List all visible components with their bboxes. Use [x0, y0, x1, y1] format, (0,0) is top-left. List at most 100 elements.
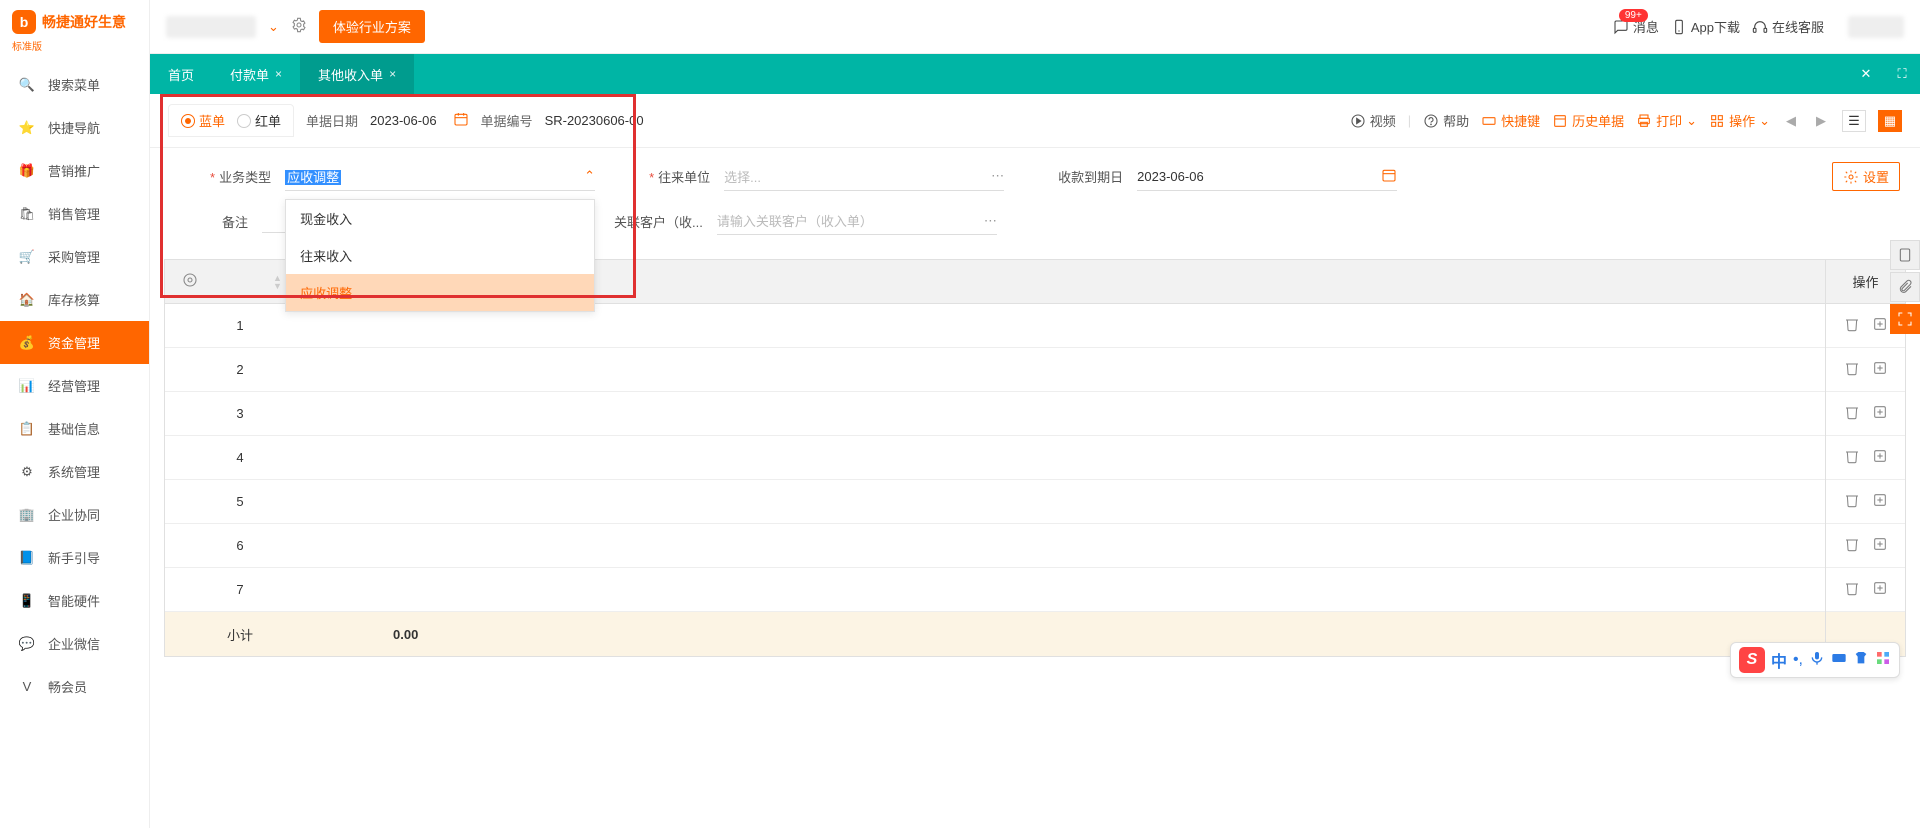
table-row[interactable]: 4: [165, 436, 1905, 480]
sogou-logo-icon: S: [1739, 647, 1765, 673]
org-selector[interactable]: [166, 16, 256, 38]
radio-red[interactable]: 红单: [237, 111, 281, 130]
sidebar-item-1[interactable]: ⭐快捷导航: [0, 106, 149, 149]
sidebar-item-12[interactable]: 📱智能硬件: [0, 579, 149, 622]
doc-date-value[interactable]: 2023-06-06: [370, 113, 437, 128]
relate-customer-input[interactable]: 请输入关联客户（收入单） ⋯: [717, 207, 997, 235]
nav-icon: V: [18, 678, 36, 696]
keyboard-icon: [1481, 113, 1497, 129]
table-row[interactable]: 6: [165, 524, 1905, 568]
tab-2[interactable]: 其他收入单×: [300, 54, 414, 94]
side-tab-note[interactable]: [1890, 240, 1920, 270]
support-link[interactable]: 在线客服: [1752, 17, 1824, 36]
ime-punct-icon[interactable]: •,: [1793, 651, 1803, 669]
brand-name: 畅捷通好生意: [42, 12, 126, 32]
tab-close-all[interactable]: ✕: [1848, 66, 1884, 82]
ellipsis-icon[interactable]: ⋯: [991, 168, 1004, 184]
delete-row-icon[interactable]: [1844, 316, 1860, 335]
dropdown-option-1[interactable]: 往来收入: [286, 237, 594, 274]
sidebar-item-14[interactable]: V畅会员: [0, 665, 149, 708]
sidebar-item-10[interactable]: 🏢企业协同: [0, 493, 149, 536]
ime-toolbar[interactable]: S 中 •,: [1730, 642, 1900, 678]
nav-icon: ⚙: [18, 463, 36, 481]
print-button[interactable]: 打印 ⌄: [1636, 111, 1697, 130]
chevron-down-icon[interactable]: ⌄: [268, 19, 279, 35]
sidebar-item-11[interactable]: 📘新手引导: [0, 536, 149, 579]
table-settings-icon[interactable]: [165, 272, 215, 291]
due-date-input[interactable]: 2023-06-06: [1137, 163, 1397, 191]
sidebar-item-6[interactable]: 💰资金管理: [0, 321, 149, 364]
delete-row-icon[interactable]: [1844, 492, 1860, 511]
add-row-icon[interactable]: [1872, 492, 1888, 511]
operate-button[interactable]: 操作 ⌄: [1709, 111, 1770, 130]
view-card-toggle[interactable]: ▦: [1878, 110, 1902, 132]
add-row-icon[interactable]: [1872, 536, 1888, 555]
biz-type-select[interactable]: 应收调整 ⌃ 现金收入往来收入应收调整: [285, 163, 595, 191]
dropdown-option-0[interactable]: 现金收入: [286, 200, 594, 237]
sort-icon[interactable]: ▲▼: [273, 274, 282, 290]
calendar-icon[interactable]: [1381, 167, 1397, 186]
row-ops: [1826, 392, 1905, 436]
settings-button[interactable]: 设置: [1832, 162, 1900, 191]
gear-icon[interactable]: [291, 17, 307, 36]
sidebar-item-0[interactable]: 🔍搜索菜单: [0, 63, 149, 106]
sidebar-item-5[interactable]: 🏠库存核算: [0, 278, 149, 321]
party-select[interactable]: 选择... ⋯: [724, 163, 1004, 191]
topbar: ⌄ 体验行业方案 99+ 消息 App下载 在线客服: [150, 0, 1920, 54]
calendar-icon[interactable]: [453, 111, 469, 130]
tab-0[interactable]: 首页: [150, 54, 212, 94]
microphone-icon[interactable]: [1809, 650, 1825, 671]
add-row-icon[interactable]: [1872, 404, 1888, 423]
ellipsis-icon[interactable]: ⋯: [984, 213, 997, 229]
cta-button[interactable]: 体验行业方案: [319, 10, 425, 43]
user-avatar[interactable]: [1848, 16, 1904, 38]
sidebar-item-8[interactable]: 📋基础信息: [0, 407, 149, 450]
sidebar-item-label: 系统管理: [48, 462, 100, 481]
delete-row-icon[interactable]: [1844, 360, 1860, 379]
tab-1[interactable]: 付款单×: [212, 54, 300, 94]
prev-doc-button[interactable]: ◀: [1782, 113, 1800, 129]
messages-link[interactable]: 99+ 消息: [1613, 17, 1659, 36]
table-row[interactable]: 3: [165, 392, 1905, 436]
table-row[interactable]: 5: [165, 480, 1905, 524]
radio-blue[interactable]: 蓝单: [181, 111, 225, 130]
history-link[interactable]: 历史单据: [1552, 111, 1624, 130]
remark-label: 备注: [222, 212, 248, 231]
table-row[interactable]: 7: [165, 568, 1905, 612]
delete-row-icon[interactable]: [1844, 536, 1860, 555]
sidebar-item-3[interactable]: 🛍销售管理: [0, 192, 149, 235]
delete-row-icon[interactable]: [1844, 404, 1860, 423]
sidebar-item-7[interactable]: 📊经营管理: [0, 364, 149, 407]
dropdown-option-2[interactable]: 应收调整: [286, 274, 594, 311]
side-tab-attach[interactable]: [1890, 272, 1920, 302]
sidebar-item-9[interactable]: ⚙ 系统管理: [0, 450, 149, 493]
table-row[interactable]: 2: [165, 348, 1905, 392]
row-index: 6: [215, 538, 265, 553]
help-link[interactable]: 帮助: [1423, 111, 1469, 130]
add-row-icon[interactable]: [1872, 448, 1888, 467]
sidebar: b 畅捷通好生意 标准版 🔍搜索菜单⭐快捷导航🎁营销推广🛍销售管理🛒采购管理🏠库…: [0, 0, 150, 828]
delete-row-icon[interactable]: [1844, 448, 1860, 467]
tab-close-icon[interactable]: ×: [275, 67, 282, 81]
add-row-icon[interactable]: [1872, 316, 1888, 335]
sidebar-item-2[interactable]: 🎁营销推广: [0, 149, 149, 192]
next-doc-button[interactable]: ▶: [1812, 113, 1830, 129]
view-list-toggle[interactable]: ☰: [1842, 110, 1866, 132]
tab-expand[interactable]: ⛶: [1884, 66, 1920, 82]
tab-close-icon[interactable]: ×: [389, 67, 396, 81]
shortcut-link[interactable]: 快捷键: [1481, 111, 1540, 130]
sidebar-item-4[interactable]: 🛒采购管理: [0, 235, 149, 278]
sidebar-item-13[interactable]: 💬企业微信: [0, 622, 149, 665]
add-row-icon[interactable]: [1872, 360, 1888, 379]
shirt-icon[interactable]: [1853, 650, 1869, 671]
row-ops: [1826, 480, 1905, 524]
app-download-link[interactable]: App下载: [1671, 17, 1740, 36]
add-row-icon[interactable]: [1872, 580, 1888, 599]
apps-icon[interactable]: [1875, 650, 1891, 671]
keyboard-icon[interactable]: [1831, 650, 1847, 671]
side-tab-expand[interactable]: [1890, 304, 1920, 334]
delete-row-icon[interactable]: [1844, 580, 1860, 599]
video-link[interactable]: 视频: [1350, 111, 1396, 130]
ime-lang[interactable]: 中: [1771, 648, 1787, 672]
chevron-up-icon: ⌃: [584, 168, 595, 184]
